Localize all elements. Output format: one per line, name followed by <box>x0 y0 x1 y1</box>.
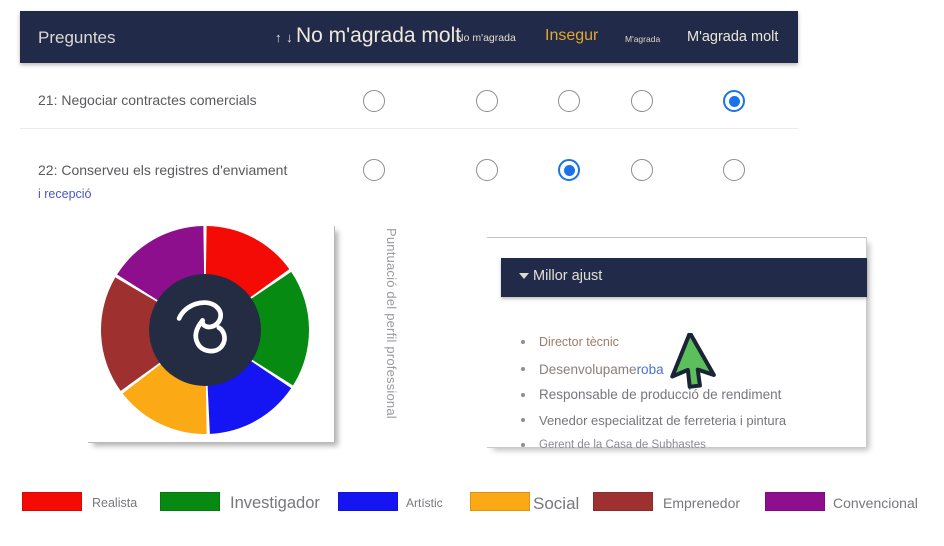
scale-col-3-label[interactable]: Insegur <box>545 28 598 44</box>
bullet-icon <box>521 367 525 372</box>
legend-label: Investigador <box>230 493 320 512</box>
header-questions-label[interactable]: Preguntes <box>38 29 116 46</box>
list-item-label: Responsable de producció de rendiment <box>539 387 782 402</box>
legend-swatch <box>22 492 82 511</box>
best-fit-list: Director tècnic Desenvolupameroba Respon… <box>517 336 786 451</box>
legend-swatch <box>338 492 398 511</box>
scale-col-4-label[interactable]: M'agrada <box>625 35 660 44</box>
donut-center-disc <box>149 274 261 386</box>
legend-swatch <box>160 492 220 511</box>
list-item-label: Gerent de la Casa de Subhastes <box>539 438 706 451</box>
profile-donut-chart[interactable] <box>99 224 311 436</box>
radio-q22-opt2[interactable] <box>476 159 498 181</box>
radio-q22-opt4[interactable] <box>631 159 653 181</box>
radio-q22-opt3[interactable] <box>558 159 580 181</box>
legend-label: Realista <box>92 495 138 510</box>
list-item-label: Director tècnic <box>539 335 619 349</box>
best-fit-title: Millor ajust <box>533 268 603 284</box>
legend-swatch <box>593 492 653 511</box>
list-item[interactable]: Responsable de producció de rendiment <box>517 388 786 402</box>
question-row: 22: Conserveu els registres d'enviament … <box>20 128 798 210</box>
best-fit-panel: Millor ajust Director tècnic Desenvolupa… <box>487 237 867 451</box>
bullet-icon <box>521 443 525 448</box>
chart-axis-label: Puntuació del perfil professional <box>384 228 399 419</box>
sort-arrows-icon[interactable]: ↑ ↓ <box>275 31 293 44</box>
radio-q21-opt2[interactable] <box>476 90 498 112</box>
profile-chart-card <box>88 226 335 443</box>
bullet-icon <box>521 340 525 345</box>
donut-svg <box>100 226 309 434</box>
questionnaire-header: Preguntes ↑ ↓ No m'agrada molt No m'agra… <box>20 11 798 63</box>
bullet-icon <box>521 418 525 422</box>
legend-swatch <box>765 492 825 511</box>
radio-q21-opt4[interactable] <box>631 90 653 112</box>
best-fit-header[interactable]: Millor ajust <box>501 258 867 297</box>
legend-label: Convencional <box>833 495 918 511</box>
legend-label: Artístic <box>406 496 443 510</box>
legend-label: Emprenedor <box>663 495 741 511</box>
list-item[interactable]: Gerent de la Casa de Subhastes <box>517 438 786 452</box>
legend-label: Social <box>533 493 580 513</box>
radio-q22-opt5[interactable] <box>723 159 745 181</box>
list-item-label: Venedor especialitzat de ferreteria i pi… <box>539 412 787 428</box>
list-item-highlight: roba <box>636 361 664 377</box>
app-root: Preguntes ↑ ↓ No m'agrada molt No m'agra… <box>0 0 944 546</box>
row-divider <box>20 128 798 129</box>
list-item[interactable]: Desenvolupameroba <box>517 361 786 377</box>
list-item[interactable]: Venedor especialitzat de ferreteria i pi… <box>517 414 786 427</box>
question-text: 22: Conserveu els registres d'enviament <box>38 162 288 178</box>
caret-down-icon[interactable] <box>519 273 529 279</box>
question-subtext: i recepció <box>38 187 92 201</box>
scale-col-5-label[interactable]: M'agrada molt <box>687 30 778 45</box>
list-item[interactable]: Director tècnic <box>517 336 786 349</box>
radio-q21-opt3[interactable] <box>558 90 580 112</box>
scale-col-1-label[interactable]: No m'agrada molt <box>296 25 461 46</box>
radio-q21-opt1[interactable] <box>363 90 385 112</box>
scale-col-2-label[interactable]: No m'agrada <box>456 33 516 44</box>
radio-q22-opt1[interactable] <box>363 159 385 181</box>
chart-legend: Realista Investigador Artístic Social Em… <box>0 487 944 527</box>
question-text: 21: Negociar contractes comercials <box>38 92 257 108</box>
question-row: 21: Negociar contractes comercials <box>20 63 798 128</box>
list-item-label: Desenvolupame <box>539 361 637 377</box>
bullet-icon <box>521 392 525 397</box>
legend-swatch <box>470 492 530 511</box>
radio-q21-opt5[interactable] <box>723 90 745 112</box>
